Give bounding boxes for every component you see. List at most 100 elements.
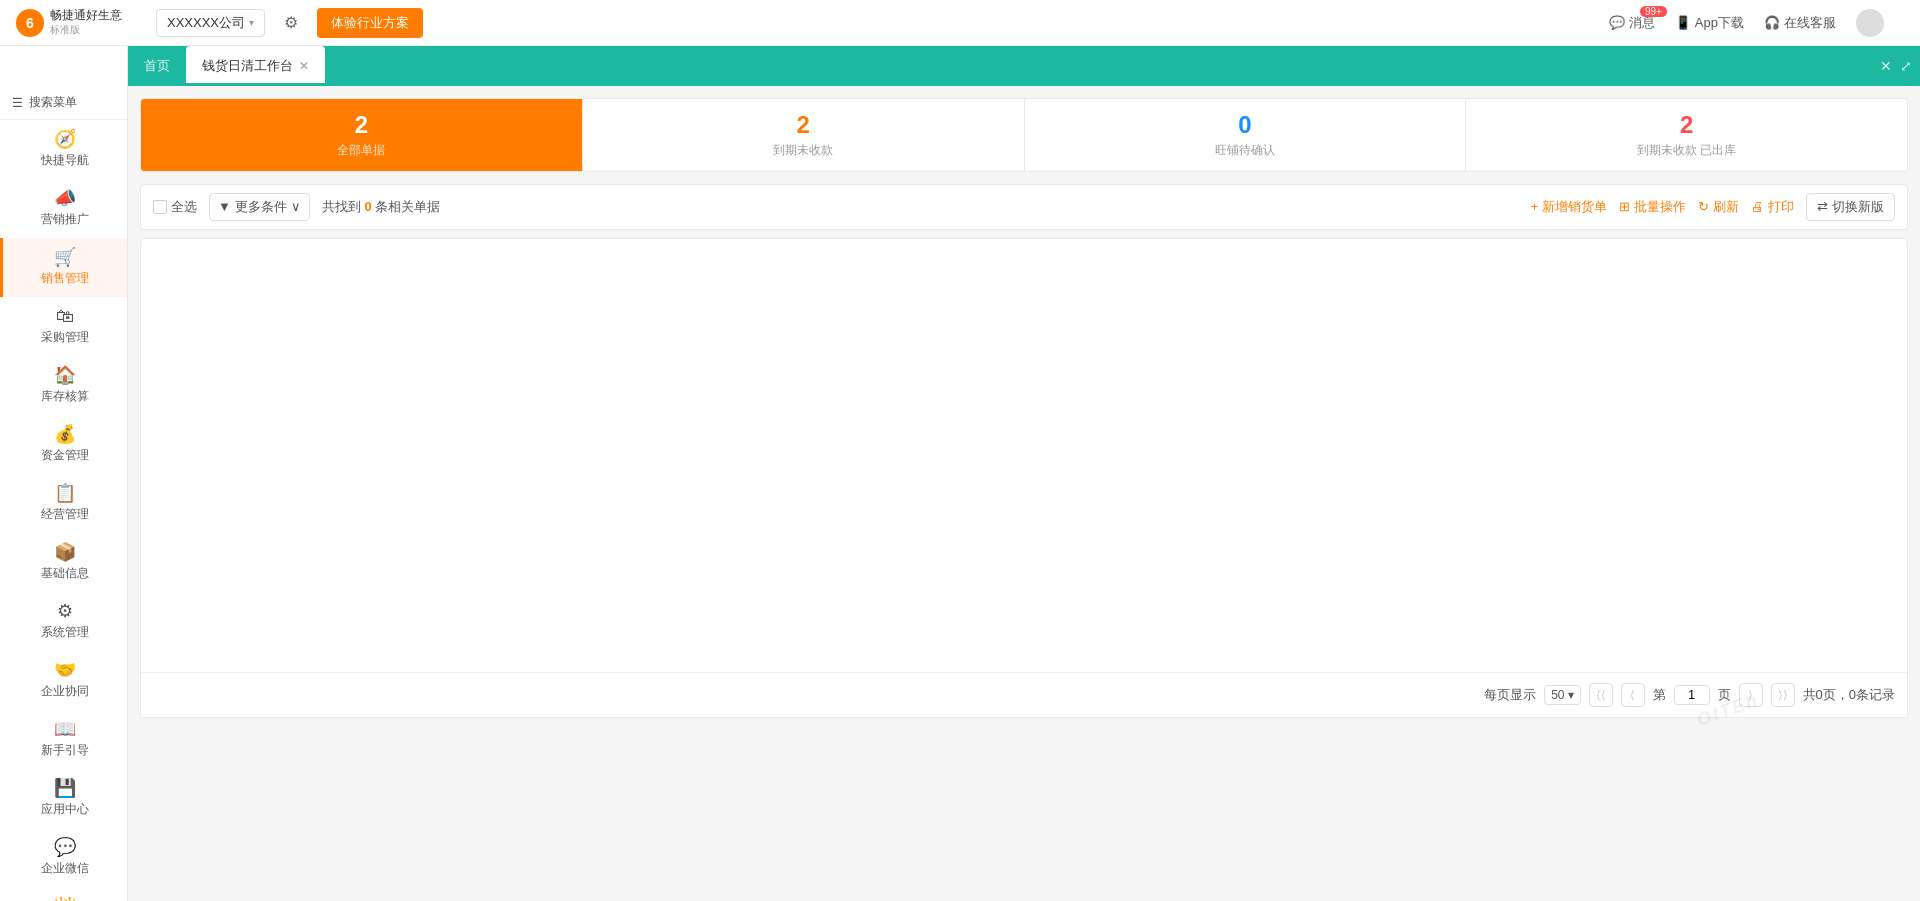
sidebar-search[interactable]: ☰ 搜索菜单 bbox=[0, 86, 127, 120]
refresh-label: 刷新 bbox=[1713, 198, 1739, 216]
sidebar-item-system[interactable]: ⚙ 系统管理 bbox=[0, 592, 127, 651]
enterprise-icon: 🤝 bbox=[54, 661, 76, 679]
sidebar-item-member[interactable]: 👑 畅会员 bbox=[0, 887, 127, 901]
company-selector[interactable]: XXXXXX公司 ▾ bbox=[156, 9, 265, 37]
tab-expand-icon[interactable]: ⤢ bbox=[1900, 58, 1912, 74]
page-input[interactable] bbox=[1674, 685, 1710, 705]
tab-bar-actions: ✕ ⤢ bbox=[1880, 58, 1920, 74]
apps-icon: 💾 bbox=[54, 779, 76, 797]
tab-bar: 首页 钱货日清工作台 ✕ ✕ ⤢ bbox=[128, 46, 1920, 86]
select-all-checkbox[interactable]: 全选 bbox=[153, 198, 197, 216]
download-icon: 📱 bbox=[1675, 15, 1691, 30]
tab-workbench[interactable]: 钱货日清工作台 ✕ bbox=[186, 46, 325, 86]
switch-label: 切换新版 bbox=[1832, 198, 1884, 216]
page-size-chevron-icon: ▾ bbox=[1568, 688, 1574, 702]
trial-button[interactable]: 体验行业方案 bbox=[317, 8, 423, 38]
purchase-icon: 🛍 bbox=[56, 307, 74, 325]
chevron-down-icon: ▾ bbox=[249, 17, 254, 28]
top-header: 6 畅捷通好生意 标准版 XXXXXX公司 ▾ ⚙ 体验行业方案 💬 消息 99… bbox=[0, 0, 1920, 46]
filter-chevron-icon: ∨ bbox=[291, 199, 301, 214]
sidebar-item-wechat[interactable]: 💬 企业微信 bbox=[0, 828, 127, 887]
settings-icon[interactable]: ⚙ bbox=[277, 9, 305, 37]
stats-row: 2 全部单据 2 到期未收款 0 旺铺待确认 2 到期未收款 已出库 bbox=[140, 98, 1908, 172]
layout: 2 全部单据 2 到期未收款 0 旺铺待确认 2 到期未收款 已出库 全选 bbox=[0, 86, 1920, 901]
print-button[interactable]: 🖨 打印 bbox=[1751, 198, 1794, 216]
stat-card-overdue[interactable]: 2 到期未收款 bbox=[583, 99, 1025, 171]
basics-icon: 📦 bbox=[54, 543, 76, 561]
sidebar-label-enterprise: 企业协同 bbox=[41, 683, 89, 700]
found-prefix: 共找到 bbox=[322, 199, 361, 214]
tab-workbench-label: 钱货日清工作台 bbox=[202, 57, 293, 75]
sidebar-item-operations[interactable]: 📋 经营管理 bbox=[0, 474, 127, 533]
sidebar-label-wechat: 企业微信 bbox=[41, 860, 89, 877]
sidebar-item-finance[interactable]: 💰 资金管理 bbox=[0, 415, 127, 474]
next-page-button[interactable]: ⟩ bbox=[1739, 683, 1763, 707]
sidebar-item-guide[interactable]: 📖 新手引导 bbox=[0, 710, 127, 769]
search-menu-label: 搜索菜单 bbox=[29, 94, 77, 111]
company-name: XXXXXX公司 bbox=[167, 14, 245, 32]
header-left: 6 畅捷通好生意 标准版 XXXXXX公司 ▾ ⚙ 体验行业方案 bbox=[16, 8, 423, 38]
marketing-icon: 📣 bbox=[54, 189, 76, 207]
message-icon: 💬 bbox=[1609, 15, 1625, 30]
sidebar-label-marketing: 营销推广 bbox=[41, 211, 89, 228]
switch-version-button[interactable]: ⇄ 切换新版 bbox=[1806, 193, 1895, 221]
last-page-button[interactable]: ⟩⟩ bbox=[1771, 683, 1795, 707]
stat-card-all[interactable]: 2 全部单据 bbox=[141, 99, 583, 171]
sidebar-item-purchase[interactable]: 🛍 采购管理 bbox=[0, 297, 127, 356]
tab-close-icon[interactable]: ✕ bbox=[299, 59, 309, 73]
tab-home[interactable]: 首页 bbox=[128, 46, 186, 86]
sidebar-item-enterprise[interactable]: 🤝 企业协同 bbox=[0, 651, 127, 710]
sidebar-item-marketing[interactable]: 📣 营销推广 bbox=[0, 179, 127, 238]
inventory-icon: 🏠 bbox=[54, 366, 76, 384]
page-label: 第 bbox=[1653, 686, 1666, 704]
search-icon: ☰ bbox=[12, 96, 23, 110]
sidebar-item-apps[interactable]: 💾 应用中心 bbox=[0, 769, 127, 828]
logo-subtitle: 标准版 bbox=[50, 23, 122, 37]
page-unit: 页 bbox=[1718, 686, 1731, 704]
sidebar-label-basics: 基础信息 bbox=[41, 565, 89, 582]
sidebar-label-operations: 经营管理 bbox=[41, 506, 89, 523]
sidebar-label-apps: 应用中心 bbox=[41, 801, 89, 818]
sidebar-item-inventory[interactable]: 🏠 库存核算 bbox=[0, 356, 127, 415]
first-page-button[interactable]: ⟨⟨ bbox=[1589, 683, 1613, 707]
stat-label-overdue: 到期未收款 bbox=[599, 142, 1008, 159]
filter-button[interactable]: ▼ 更多条件 ∨ bbox=[209, 193, 310, 221]
message-badge: 99+ bbox=[1640, 6, 1667, 17]
toolbar: 全选 ▼ 更多条件 ∨ 共找到 0 条相关单据 + 新增销货单 ⊞ 批量操作 bbox=[140, 184, 1908, 230]
print-icon: 🖨 bbox=[1751, 199, 1764, 214]
stat-card-pending[interactable]: 0 旺铺待确认 bbox=[1025, 99, 1467, 171]
stat-card-shipped[interactable]: 2 到期未收款 已出库 bbox=[1466, 99, 1907, 171]
avatar[interactable] bbox=[1856, 9, 1884, 37]
message-action[interactable]: 💬 消息 99+ bbox=[1609, 14, 1655, 32]
batch-label: 批量操作 bbox=[1634, 198, 1686, 216]
sidebar-label-quick-nav: 快捷导航 bbox=[41, 152, 89, 169]
sidebar-item-basics[interactable]: 📦 基础信息 bbox=[0, 533, 127, 592]
filter-label: 更多条件 bbox=[235, 198, 287, 216]
toolbar-left: 全选 ▼ 更多条件 ∨ 共找到 0 条相关单据 bbox=[153, 193, 440, 221]
logo-icon: 6 bbox=[16, 9, 44, 37]
sidebar-item-sales[interactable]: 🛒 销售管理 bbox=[0, 238, 127, 297]
online-service-action[interactable]: 🎧 在线客服 bbox=[1764, 14, 1836, 32]
add-sale-button[interactable]: + 新增销货单 bbox=[1531, 198, 1607, 216]
guide-icon: 📖 bbox=[54, 720, 76, 738]
tab-minimize-icon[interactable]: ✕ bbox=[1880, 58, 1892, 74]
switch-icon: ⇄ bbox=[1817, 199, 1828, 214]
found-text: 共找到 0 条相关单据 bbox=[322, 198, 440, 216]
page-size-value: 50 bbox=[1551, 688, 1564, 702]
sidebar-label-inventory: 库存核算 bbox=[41, 388, 89, 405]
pagination: 每页显示 50 ▾ ⟨⟨ ⟨ 第 页 ⟩ ⟩⟩ 共0页，0条记录 bbox=[141, 672, 1907, 717]
toolbar-right: + 新增销货单 ⊞ 批量操作 ↻ 刷新 🖨 打印 ⇄ 切换新版 bbox=[1531, 193, 1895, 221]
app-download-action[interactable]: 📱 App下载 bbox=[1675, 14, 1744, 32]
page-size-selector[interactable]: 50 ▾ bbox=[1544, 685, 1580, 705]
filter-icon: ▼ bbox=[218, 199, 231, 214]
prev-page-button[interactable]: ⟨ bbox=[1621, 683, 1645, 707]
stat-number-overdue: 2 bbox=[599, 111, 1008, 140]
logo-title: 畅捷通好生意 bbox=[50, 8, 122, 24]
batch-operation-button[interactable]: ⊞ 批量操作 bbox=[1619, 198, 1686, 216]
found-count: 0 bbox=[365, 199, 372, 214]
sidebar-item-quick-nav[interactable]: 🧭 快捷导航 bbox=[0, 120, 127, 179]
found-suffix: 条相关单据 bbox=[375, 199, 440, 214]
wechat-icon: 💬 bbox=[54, 838, 76, 856]
refresh-button[interactable]: ↻ 刷新 bbox=[1698, 198, 1739, 216]
refresh-icon: ↻ bbox=[1698, 199, 1709, 214]
